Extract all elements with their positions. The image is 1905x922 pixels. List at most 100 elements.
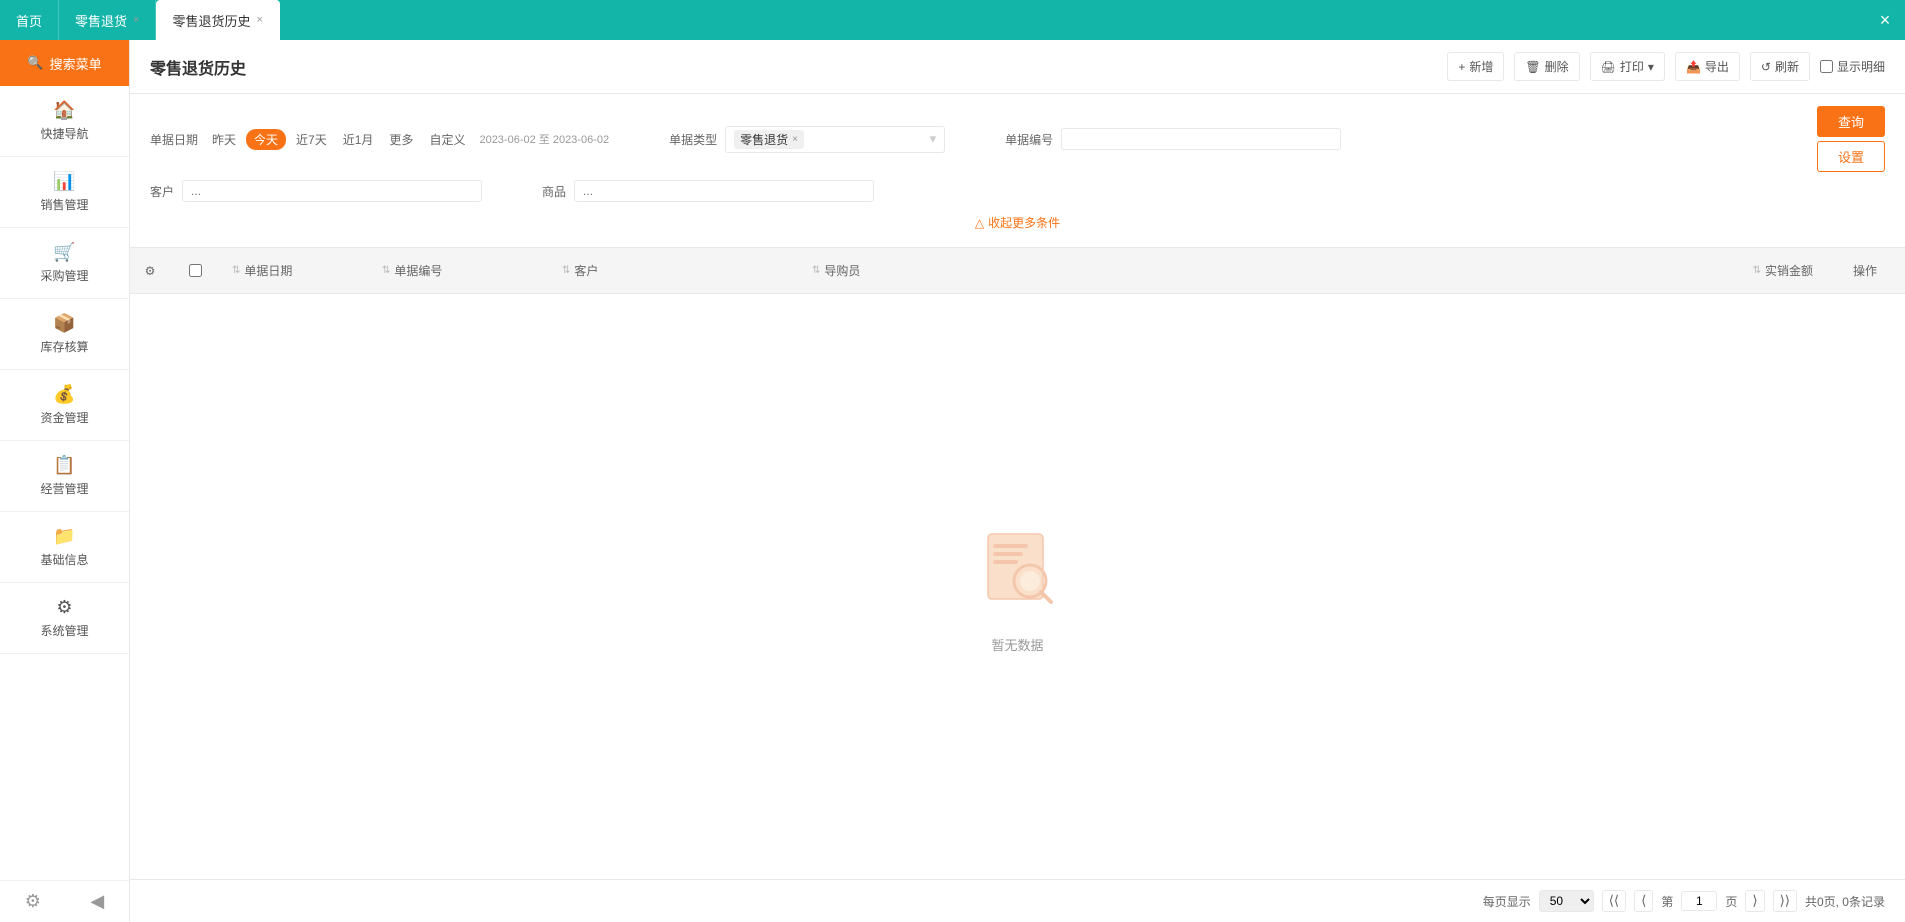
sort-customer-icon[interactable]: ⇅ xyxy=(562,265,570,276)
pagination: 每页显示 10 20 50 100 ⟨⟨ ⟨ 第 页 ⟩ ⟩⟩ 共0页, 0条记… xyxy=(130,879,1905,922)
date-btn-7days[interactable]: 近7天 xyxy=(290,129,333,150)
collapse-sidebar-icon[interactable]: ◀ xyxy=(90,891,104,912)
window-close-button[interactable]: × xyxy=(1865,0,1905,40)
operations-icon: 📋 xyxy=(53,455,75,476)
sort-date-icon[interactable]: ⇅ xyxy=(232,265,240,276)
type-tag-close[interactable]: × xyxy=(792,134,798,145)
first-page-button[interactable]: ⟨⟨ xyxy=(1602,890,1626,912)
col-action-label: 操作 xyxy=(1853,262,1877,279)
sort-guide-icon[interactable]: ⇅ xyxy=(812,265,820,276)
type-filter-label: 单据类型 xyxy=(669,131,717,148)
prev-page-button[interactable]: ⟨ xyxy=(1634,890,1653,912)
goods-filter-input[interactable] xyxy=(574,180,874,202)
sidebar-item-inventory-label: 库存核算 xyxy=(40,338,88,355)
customer-filter-label: 客户 xyxy=(150,183,174,200)
show-detail-label: 显示明细 xyxy=(1837,58,1885,75)
sidebar-search-label: 搜索菜单 xyxy=(50,54,102,73)
date-range-display: 2023-06-02 至 2023-06-02 xyxy=(479,131,609,147)
table-container: ⚙ ⇅ 单据日期 ⇅ 单据编号 ⇅ 客户 ⇅ xyxy=(130,248,1905,922)
sidebar-item-system[interactable]: ⚙ 系统管理 xyxy=(0,583,129,654)
table-header: ⚙ ⇅ 单据日期 ⇅ 单据编号 ⇅ 客户 ⇅ xyxy=(130,248,1905,294)
table-settings-icon[interactable]: ⚙ xyxy=(145,264,156,278)
inventory-icon: 📦 xyxy=(53,313,75,334)
last-page-button[interactable]: ⟩⟩ xyxy=(1773,890,1797,912)
filter-row-1: 单据日期 昨天 今天 近7天 近1月 更多 自定义 2023-06-02 至 2… xyxy=(150,106,1885,172)
date-btn-custom[interactable]: 自定义 xyxy=(423,129,471,150)
sidebar-item-finance-label: 资金管理 xyxy=(40,409,88,426)
sidebar-item-system-label: 系统管理 xyxy=(40,622,88,639)
show-detail-checkbox-label[interactable]: 显示明细 xyxy=(1820,58,1885,75)
sidebar-item-finance[interactable]: 💰 资金管理 xyxy=(0,370,129,441)
type-filter-select[interactable]: 零售退货 × ▾ xyxy=(725,126,945,153)
print-label: 打印 xyxy=(1620,58,1644,75)
sidebar-search[interactable]: 🔍 搜索菜单 xyxy=(0,40,129,86)
sidebar: 🔍 搜索菜单 🏠 快捷导航 📊 销售管理 🛒 采购管理 📦 库存核算 💰 资金管… xyxy=(0,40,130,922)
tab-retail-return-close[interactable]: × xyxy=(133,14,139,26)
main-content: 零售退货历史 + 新增 🗑 删除 🖨 打印 ▾ 📤 导出 xyxy=(130,40,1905,922)
collapse-filter-button[interactable]: △ 收起更多条件 xyxy=(975,210,1060,235)
tab-home-label: 首页 xyxy=(16,11,42,30)
sidebar-item-operations-label: 经营管理 xyxy=(40,480,88,497)
tab-retail-return-history-close[interactable]: × xyxy=(256,14,262,26)
next-page-button[interactable]: ⟩ xyxy=(1745,890,1764,912)
sidebar-item-purchase[interactable]: 🛒 采购管理 xyxy=(0,228,129,299)
page-number-input[interactable] xyxy=(1681,891,1717,911)
refresh-button[interactable]: ↺ 刷新 xyxy=(1750,52,1810,81)
date-filter-field: 单据日期 昨天 今天 近7天 近1月 更多 自定义 2023-06-02 至 2… xyxy=(150,129,609,150)
print-button[interactable]: 🖨 打印 ▾ xyxy=(1590,52,1665,81)
page-header: 零售退货历史 + 新增 🗑 删除 🖨 打印 ▾ 📤 导出 xyxy=(130,40,1905,94)
table-col-date: ⇅ 单据日期 xyxy=(220,256,370,285)
sidebar-item-purchase-label: 采购管理 xyxy=(40,267,88,284)
total-label: 共0页, 0条记录 xyxy=(1805,893,1885,910)
date-btn-more[interactable]: 更多 xyxy=(383,129,419,150)
customer-filter-input[interactable] xyxy=(182,180,482,202)
tab-retail-return[interactable]: 零售退货 × xyxy=(59,0,156,40)
filter-area: 单据日期 昨天 今天 近7天 近1月 更多 自定义 2023-06-02 至 2… xyxy=(130,94,1905,248)
sidebar-item-sales-label: 销售管理 xyxy=(40,196,88,213)
customer-filter-field: 客户 xyxy=(150,180,482,202)
table-col-amount: ⇅ 实销金额 xyxy=(980,256,1825,285)
date-btn-1month[interactable]: 近1月 xyxy=(337,129,380,150)
sidebar-item-basic-info-label: 基础信息 xyxy=(40,551,88,568)
table-select-all[interactable] xyxy=(189,264,202,277)
type-select-arrow: ▾ xyxy=(930,131,937,147)
new-button[interactable]: + 新增 xyxy=(1447,52,1504,81)
refresh-label: 刷新 xyxy=(1775,58,1799,75)
delete-icon: 🗑 xyxy=(1525,60,1540,74)
date-btn-yesterday[interactable]: 昨天 xyxy=(206,129,242,150)
num-filter-input[interactable] xyxy=(1061,128,1341,150)
tab-list: 首页 零售退货 × 零售退货历史 × xyxy=(0,0,1865,40)
settings-bottom-icon[interactable]: ⚙ xyxy=(25,891,41,912)
col-guide-label: 导购员 xyxy=(824,262,860,279)
show-detail-checkbox[interactable] xyxy=(1820,60,1833,73)
sidebar-item-operations[interactable]: 📋 经营管理 xyxy=(0,441,129,512)
search-icon: 🔍 xyxy=(27,55,43,71)
tab-retail-return-history-label: 零售退货历史 xyxy=(172,11,250,30)
header-actions: + 新增 🗑 删除 🖨 打印 ▾ 📤 导出 ↺ 刷 xyxy=(1447,52,1885,81)
col-amount-label: 实销金额 xyxy=(1765,262,1813,279)
date-btn-today[interactable]: 今天 xyxy=(246,129,286,150)
collapse-icon: △ xyxy=(975,216,984,230)
sort-num-icon[interactable]: ⇅ xyxy=(382,265,390,276)
table-settings-col[interactable]: ⚙ xyxy=(130,258,170,284)
print-arrow-icon: ▾ xyxy=(1648,60,1654,74)
sort-amount-icon[interactable]: ⇅ xyxy=(1753,265,1761,276)
empty-state-icon xyxy=(968,519,1068,619)
finance-icon: 💰 xyxy=(53,384,75,405)
settings-button[interactable]: 设置 xyxy=(1817,141,1885,172)
num-filter-label: 单据编号 xyxy=(1005,131,1053,148)
page-size-select[interactable]: 10 20 50 100 xyxy=(1539,890,1594,912)
sidebar-item-sales[interactable]: 📊 销售管理 xyxy=(0,157,129,228)
page-word: 第 xyxy=(1661,893,1673,910)
tab-retail-return-label: 零售退货 xyxy=(75,11,127,30)
sidebar-item-inventory[interactable]: 📦 库存核算 xyxy=(0,299,129,370)
delete-button[interactable]: 🗑 删除 xyxy=(1514,52,1579,81)
sidebar-item-quick-nav[interactable]: 🏠 快捷导航 xyxy=(0,86,129,157)
tab-home[interactable]: 首页 xyxy=(0,0,59,40)
print-icon: 🖨 xyxy=(1601,60,1616,74)
sidebar-item-basic-info[interactable]: 📁 基础信息 xyxy=(0,512,129,583)
tab-retail-return-history[interactable]: 零售退货历史 × xyxy=(156,0,279,40)
type-tag: 零售退货 × xyxy=(734,130,804,149)
export-button[interactable]: 📤 导出 xyxy=(1675,52,1740,81)
query-button[interactable]: 查询 xyxy=(1817,106,1885,137)
